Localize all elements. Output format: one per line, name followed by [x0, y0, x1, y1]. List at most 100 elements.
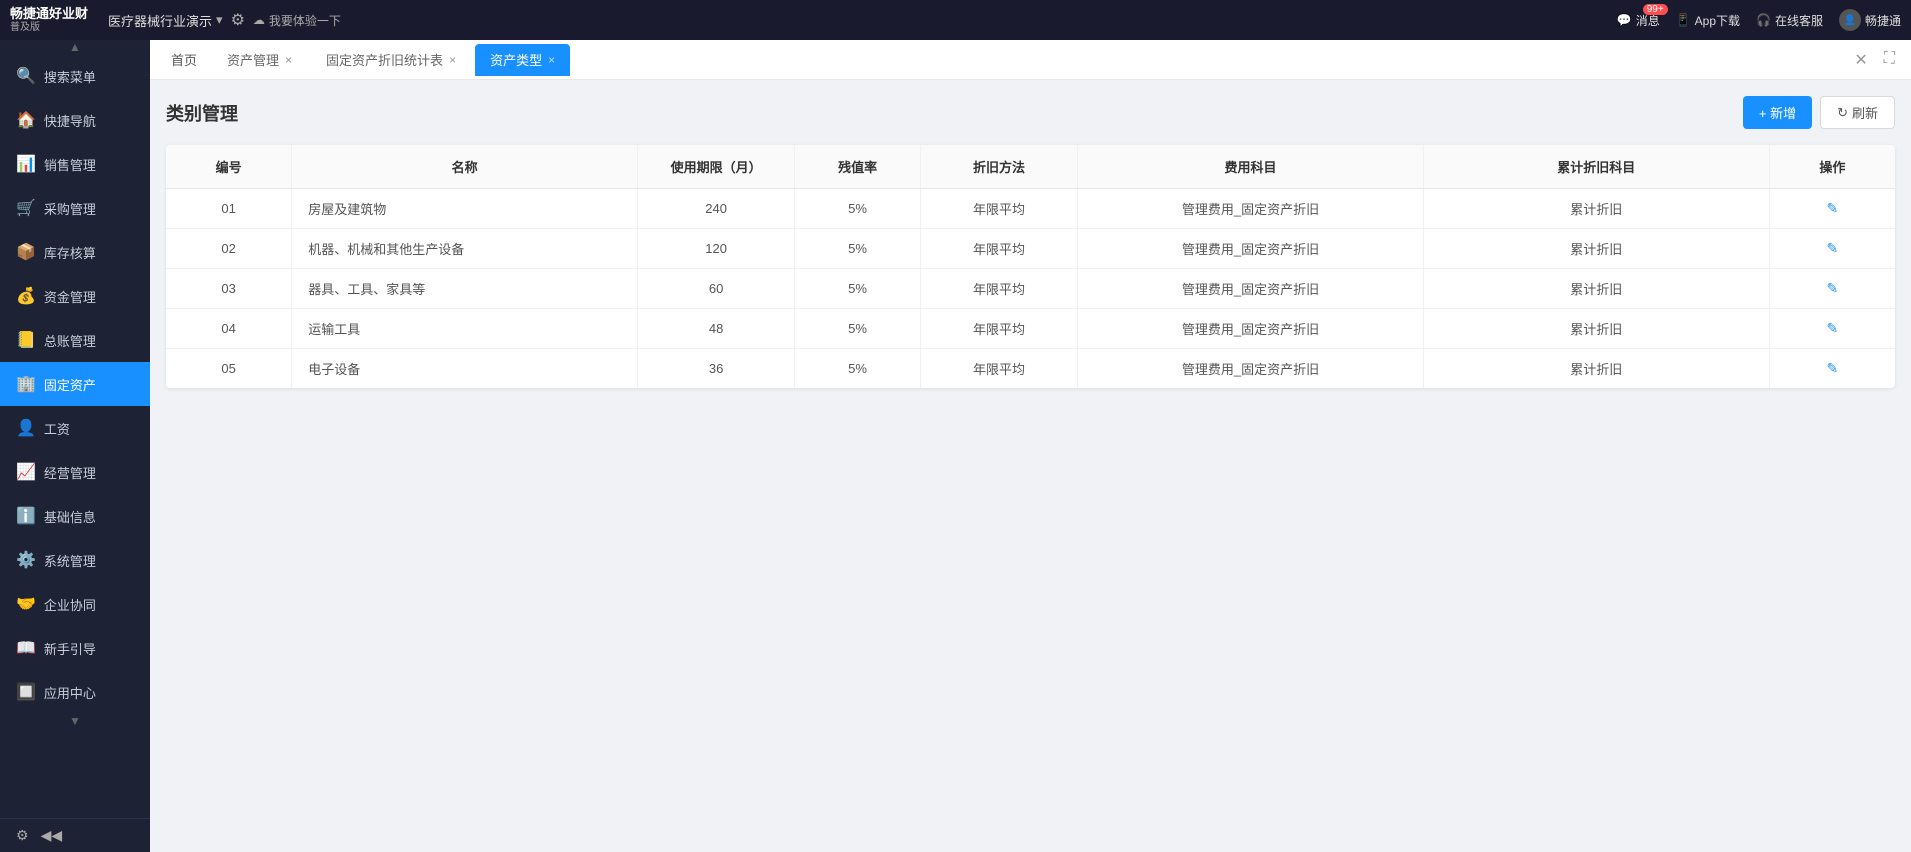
sidebar: ▲ 🔍 搜索菜单 🏠 快捷导航 📊 销售管理 🛒 采购管理 📦 库存核算 💰 资… [0, 40, 150, 852]
cell-period: 240 [638, 189, 795, 229]
cell-code: 02 [166, 229, 292, 269]
sidebar-settings-icon[interactable]: ⚙ [16, 827, 29, 844]
col-header-accum: 累计折旧科目 [1423, 145, 1769, 189]
cell-code: 03 [166, 269, 292, 309]
cell-accum: 累计折旧 [1423, 189, 1769, 229]
tab-home[interactable]: 首页 [160, 44, 208, 76]
cell-action: ✎ [1769, 349, 1895, 389]
sidebar-item-search[interactable]: 🔍 搜索菜单 [0, 54, 150, 98]
scroll-down-icon[interactable]: ▼ [69, 714, 81, 728]
sidebar-item-basic-info[interactable]: ℹ️ 基础信息 [0, 494, 150, 538]
tab-close-all-icon[interactable]: ✕ [1848, 48, 1873, 72]
company-name: 医疗器械行业演示 [108, 11, 212, 30]
sidebar-item-purchase-label: 采购管理 [44, 199, 96, 218]
cell-period: 60 [638, 269, 795, 309]
sidebar-item-sales[interactable]: 📊 销售管理 [0, 142, 150, 186]
topbar: 畅捷通好业财 普及版 医疗器械行业演示 ▾ ⚙ ☁ 我要体验一下 💬 消息 99… [0, 0, 1911, 40]
refresh-button[interactable]: ↻ 刷新 [1820, 96, 1895, 129]
company-selector[interactable]: 医疗器械行业演示 ▾ [108, 11, 223, 30]
cell-expense: 管理费用_固定资产折旧 [1078, 349, 1424, 389]
cell-expense: 管理费用_固定资产折旧 [1078, 189, 1424, 229]
sidebar-item-fixed-assets[interactable]: 🏢 固定资产 [0, 362, 150, 406]
content-area: 首页 资产管理 × 固定资产折旧统计表 × 资产类型 × ✕ ⛶ 类别管理 [150, 40, 1911, 852]
sidebar-item-inventory[interactable]: 📦 库存核算 [0, 230, 150, 274]
sidebar-item-sys[interactable]: ⚙️ 系统管理 [0, 538, 150, 582]
cell-residual: 5% [795, 189, 921, 229]
cell-accum: 累计折旧 [1423, 309, 1769, 349]
sidebar-item-capital[interactable]: 💰 资金管理 [0, 274, 150, 318]
company-dropdown-icon: ▾ [216, 12, 223, 28]
tab-asset-type-close[interactable]: × [548, 53, 555, 67]
cell-residual: 5% [795, 269, 921, 309]
message-button[interactable]: 💬 消息 99+ [1617, 12, 1660, 29]
sidebar-item-salary[interactable]: 👤 工资 [0, 406, 150, 450]
col-header-name: 名称 [292, 145, 638, 189]
new-button[interactable]: + 新增 [1743, 96, 1812, 129]
purchase-icon: 🛒 [16, 198, 36, 218]
sidebar-item-basic-info-label: 基础信息 [44, 507, 96, 526]
tab-asset-type[interactable]: 资产类型 × [475, 44, 570, 76]
sidebar-item-purchase[interactable]: 🛒 采购管理 [0, 186, 150, 230]
cell-code: 04 [166, 309, 292, 349]
sidebar-item-ops-label: 经营管理 [44, 463, 96, 482]
cell-code: 01 [166, 189, 292, 229]
guide-icon: 📖 [16, 638, 36, 658]
cell-method: 年限平均 [920, 349, 1077, 389]
trial-button[interactable]: ☁ 我要体验一下 [253, 12, 341, 29]
tab-asset-mgmt[interactable]: 资产管理 × [212, 44, 307, 76]
sidebar-item-ledger-label: 总账管理 [44, 331, 96, 350]
cell-method: 年限平均 [920, 269, 1077, 309]
cell-expense: 管理费用_固定资产折旧 [1078, 229, 1424, 269]
logo-main: 畅捷通好业财 [10, 6, 88, 22]
service-label: 在线客服 [1775, 12, 1823, 29]
sidebar-scroll-down: ▼ [0, 714, 150, 728]
edit-button[interactable]: ✎ [1826, 360, 1838, 376]
edit-button[interactable]: ✎ [1826, 280, 1838, 296]
col-header-expense: 费用科目 [1078, 145, 1424, 189]
cell-method: 年限平均 [920, 309, 1077, 349]
sidebar-item-app-center[interactable]: 🔲 应用中心 [0, 670, 150, 714]
cell-period: 120 [638, 229, 795, 269]
user-menu[interactable]: 👤 畅捷通 [1839, 9, 1901, 31]
tab-fixed-depreciation[interactable]: 固定资产折旧统计表 × [311, 44, 471, 76]
edit-button[interactable]: ✎ [1826, 200, 1838, 216]
ledger-icon: 📒 [16, 330, 36, 350]
sidebar-item-quick-nav[interactable]: 🏠 快捷导航 [0, 98, 150, 142]
col-header-residual: 残值率 [795, 145, 921, 189]
cell-expense: 管理费用_固定资产折旧 [1078, 269, 1424, 309]
refresh-icon: ↻ [1837, 105, 1848, 121]
tab-asset-mgmt-close[interactable]: × [285, 53, 292, 67]
cell-method: 年限平均 [920, 229, 1077, 269]
cell-action: ✎ [1769, 269, 1895, 309]
edit-button[interactable]: ✎ [1826, 320, 1838, 336]
customer-service-button[interactable]: 🎧 在线客服 [1756, 12, 1823, 29]
sidebar-item-app-center-label: 应用中心 [44, 683, 96, 702]
sidebar-item-collab[interactable]: 🤝 企业协同 [0, 582, 150, 626]
edit-button[interactable]: ✎ [1826, 240, 1838, 256]
cell-residual: 5% [795, 229, 921, 269]
sidebar-scroll-up: ▲ [0, 40, 150, 54]
app-download-button[interactable]: 📱 App下载 [1676, 12, 1740, 29]
tabbar-controls: ✕ ⛶ [1848, 48, 1901, 72]
settings-icon[interactable]: ⚙ [231, 10, 245, 30]
page-title: 类别管理 [166, 100, 238, 126]
cell-residual: 5% [795, 309, 921, 349]
logo-sub: 普及版 [10, 22, 88, 34]
search-icon: 🔍 [16, 66, 36, 86]
capital-icon: 💰 [16, 286, 36, 306]
scroll-up-icon[interactable]: ▲ [69, 40, 81, 54]
tab-fixed-depreciation-close[interactable]: × [449, 53, 456, 67]
sidebar-item-guide-label: 新手引导 [44, 639, 96, 658]
cell-action: ✎ [1769, 309, 1895, 349]
col-header-code: 编号 [166, 145, 292, 189]
app-center-icon: 🔲 [16, 682, 36, 702]
table-row: 02 机器、机械和其他生产设备 120 5% 年限平均 管理费用_固定资产折旧 … [166, 229, 1895, 269]
topbar-left: 畅捷通好业财 普及版 [10, 6, 88, 34]
topbar-center: 医疗器械行业演示 ▾ ⚙ ☁ 我要体验一下 [108, 10, 1617, 30]
sidebar-item-ledger[interactable]: 📒 总账管理 [0, 318, 150, 362]
sidebar-item-guide[interactable]: 📖 新手引导 [0, 626, 150, 670]
sidebar-item-sales-label: 销售管理 [44, 155, 96, 174]
sidebar-item-ops[interactable]: 📈 经营管理 [0, 450, 150, 494]
sidebar-collapse-icon[interactable]: ◀◀ [41, 827, 63, 844]
tab-fullscreen-icon[interactable]: ⛶ [1878, 48, 1901, 72]
